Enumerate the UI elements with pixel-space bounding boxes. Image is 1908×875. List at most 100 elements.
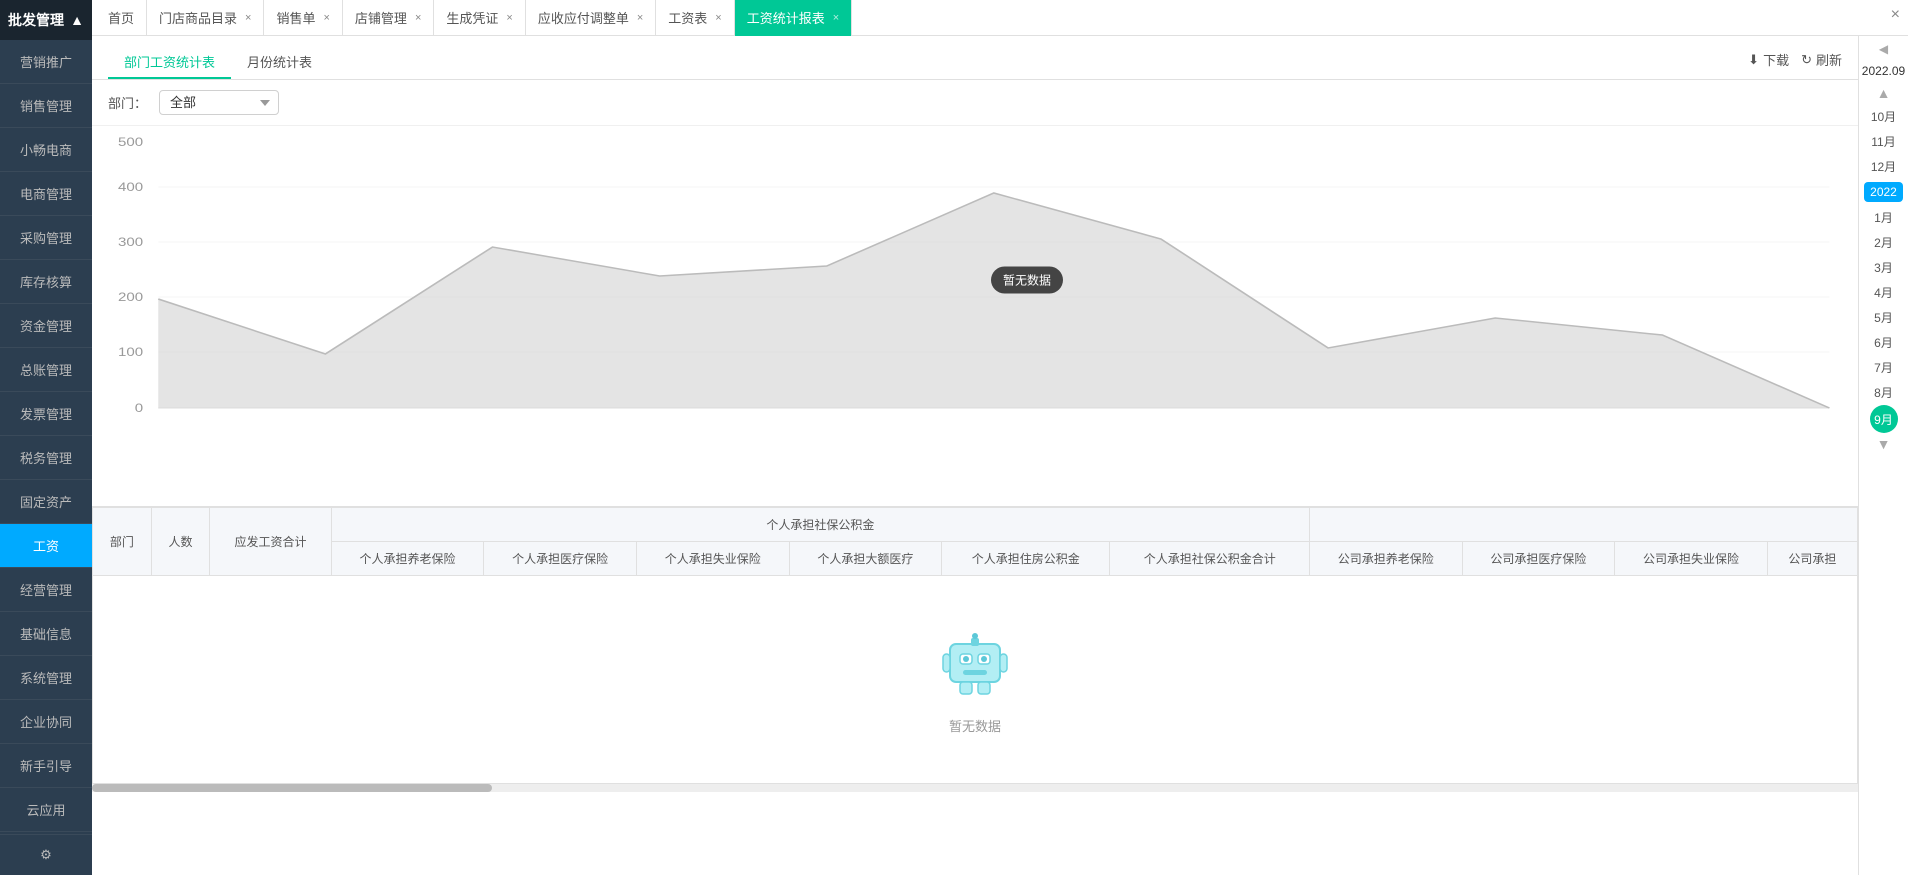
th-company-unemployment: 公司承担失业保险 [1615,542,1768,576]
chart-no-data-tooltip: 暂无数据 [991,267,1063,294]
sidebar-item-assets[interactable]: 固定资产 [0,480,92,524]
sidebar-item-basic-info[interactable]: 基础信息 [0,612,92,656]
refresh-icon: ↻ [1801,52,1812,68]
tab-close-receivable-adjust[interactable]: × [637,12,643,24]
refresh-button[interactable]: ↻ 刷新 [1801,50,1842,69]
table-scrollbar[interactable] [92,784,1858,792]
table-no-data: 暂无数据 [103,584,1847,775]
tab-close-payroll-report[interactable]: × [833,12,839,24]
svg-text:200: 200 [118,290,144,303]
svg-text:100: 100 [118,345,144,358]
filter-bar: 部门： 全部 部门1 部门2 [92,80,1858,126]
month-10[interactable]: 10月 [1869,104,1898,129]
sidebar-settings[interactable]: ⚙ [0,834,92,875]
th-company-more: 公司承担 [1767,542,1857,576]
sidebar-item-sales[interactable]: 销售管理 [0,84,92,128]
tab-receivable-adjust[interactable]: 应收应付调整单 × [526,0,656,36]
month-7[interactable]: 7月 [1872,355,1895,380]
sidebar-item-ledger[interactable]: 总账管理 [0,348,92,392]
tab-bar-close-button[interactable]: × [1891,6,1900,24]
th-company-medical: 公司承担医疗保险 [1462,542,1615,576]
table-area: 部门 人数 应发工资合计 个人承担社保公积金 个人承担养老保险 个人承担医疗保险… [92,506,1858,784]
filter-label: 部门： [108,93,147,112]
panel-up-arrow[interactable]: ▲ [1874,82,1894,104]
data-table: 部门 人数 应发工资合计 个人承担社保公积金 个人承担养老保险 个人承担医疗保险… [92,507,1858,784]
no-data-robot-icon [935,624,1015,704]
tab-close-payroll[interactable]: × [715,12,721,24]
th-total-salary: 应发工资合计 [210,508,331,576]
th-personal-unemployment: 个人承担失业保险 [636,542,789,576]
month-5[interactable]: 5月 [1872,305,1895,330]
tab-payroll-report[interactable]: 工资统计报表 × [735,0,852,36]
tab-store-catalog[interactable]: 门店商品目录 × [147,0,264,36]
month-11[interactable]: 11月 [1869,129,1897,154]
sidebar-item-ecommerce[interactable]: 电商管理 [0,172,92,216]
th-personal-pension: 个人承担养老保险 [331,542,484,576]
month-3[interactable]: 3月 [1872,255,1895,280]
table-no-data-cell: 暂无数据 [93,576,1858,784]
sidebar-header[interactable]: 批发管理 ▲ [0,0,92,40]
panel-down-arrow[interactable]: ▼ [1874,433,1894,455]
main-area: 首页 门店商品目录 × 销售单 × 店铺管理 × 生成凭证 × 应收应付调整单 … [92,0,1908,875]
sub-tabs: 部门工资统计表 月份统计表 ⬇ 下载 ↻ 刷新 [92,36,1858,80]
chart-wrapper: 0 100 200 300 400 500 [108,136,1842,496]
sidebar-item-cloud[interactable]: 云应用 [0,788,92,832]
month-6[interactable]: 6月 [1872,330,1895,355]
sidebar-item-finance[interactable]: 资金管理 [0,304,92,348]
sidebar-item-enterprise[interactable]: 企业协同 [0,700,92,744]
tab-home[interactable]: 首页 [96,0,147,36]
sub-tab-department[interactable]: 部门工资统计表 [108,46,231,79]
chart-svg: 0 100 200 300 400 500 [108,136,1842,416]
month-12[interactable]: 12月 [1869,154,1898,179]
panel-close-button[interactable]: ◀ [1879,42,1888,56]
month-9[interactable]: 9月 [1870,405,1898,433]
sub-tab-monthly[interactable]: 月份统计表 [231,46,328,79]
page-content: 部门工资统计表 月份统计表 ⬇ 下载 ↻ 刷新 [92,36,1858,875]
sidebar-item-tax[interactable]: 税务管理 [0,436,92,480]
sidebar-item-ecommerce-small[interactable]: 小畅电商 [0,128,92,172]
sidebar-title: 批发管理 [8,10,64,30]
sidebar-item-purchase[interactable]: 采购管理 [0,216,92,260]
th-count: 人数 [151,508,210,576]
sidebar-item-inventory[interactable]: 库存核算 [0,260,92,304]
month-2[interactable]: 2月 [1872,230,1895,255]
sidebar-item-system[interactable]: 系统管理 [0,656,92,700]
sidebar-item-marketing[interactable]: 营销推广 [0,40,92,84]
month-8[interactable]: 8月 [1872,380,1895,405]
download-button[interactable]: ⬇ 下载 [1748,50,1789,69]
settings-icon: ⚙ [40,847,52,862]
current-year-label: 2022.09 [1860,60,1907,82]
tab-close-store-catalog[interactable]: × [245,12,251,24]
sidebar-item-invoice[interactable]: 发票管理 [0,392,92,436]
sidebar-item-operations[interactable]: 经营管理 [0,568,92,612]
table-scrollbar-thumb[interactable] [92,784,492,792]
sub-tabs-left: 部门工资统计表 月份统计表 [108,46,328,79]
th-company-pension: 公司承担养老保险 [1310,542,1463,576]
sidebar-item-guide[interactable]: 新手引导 [0,744,92,788]
svg-text:400: 400 [118,180,144,193]
sidebar-item-payroll[interactable]: 工资 [0,524,92,568]
tab-sales-order[interactable]: 销售单 × [264,0,342,36]
year-2022[interactable]: 2022 [1864,182,1903,202]
svg-text:0: 0 [135,401,144,414]
svg-text:500: 500 [118,136,144,149]
tab-generate-voucher[interactable]: 生成凭证 × [434,0,525,36]
tab-store-manage[interactable]: 店铺管理 × [343,0,434,36]
table-no-data-text: 暂无数据 [949,716,1001,735]
department-filter[interactable]: 全部 部门1 部门2 [159,90,279,115]
tab-bar: 首页 门店商品目录 × 销售单 × 店铺管理 × 生成凭证 × 应收应付调整单 … [92,0,1908,36]
th-personal-insurance: 个人承担社保公积金 [331,508,1309,542]
sub-tabs-right: ⬇ 下载 ↻ 刷新 [1748,50,1842,75]
tab-close-sales-order[interactable]: × [323,12,329,24]
month-4[interactable]: 4月 [1872,280,1895,305]
tab-close-generate-voucher[interactable]: × [506,12,512,24]
content-area: 部门工资统计表 月份统计表 ⬇ 下载 ↻ 刷新 [92,36,1908,875]
tab-close-store-manage[interactable]: × [415,12,421,24]
th-department: 部门 [93,508,152,576]
month-1[interactable]: 1月 [1872,205,1895,230]
th-personal-medical: 个人承担医疗保险 [484,542,637,576]
sidebar-toggle-icon: ▲ [70,12,84,28]
sidebar: 批发管理 ▲ 营销推广 销售管理 小畅电商 电商管理 采购管理 库存核算 资金管… [0,0,92,875]
tab-payroll[interactable]: 工资表 × [656,0,734,36]
th-personal-housing-fund: 个人承担住房公积金 [942,542,1110,576]
